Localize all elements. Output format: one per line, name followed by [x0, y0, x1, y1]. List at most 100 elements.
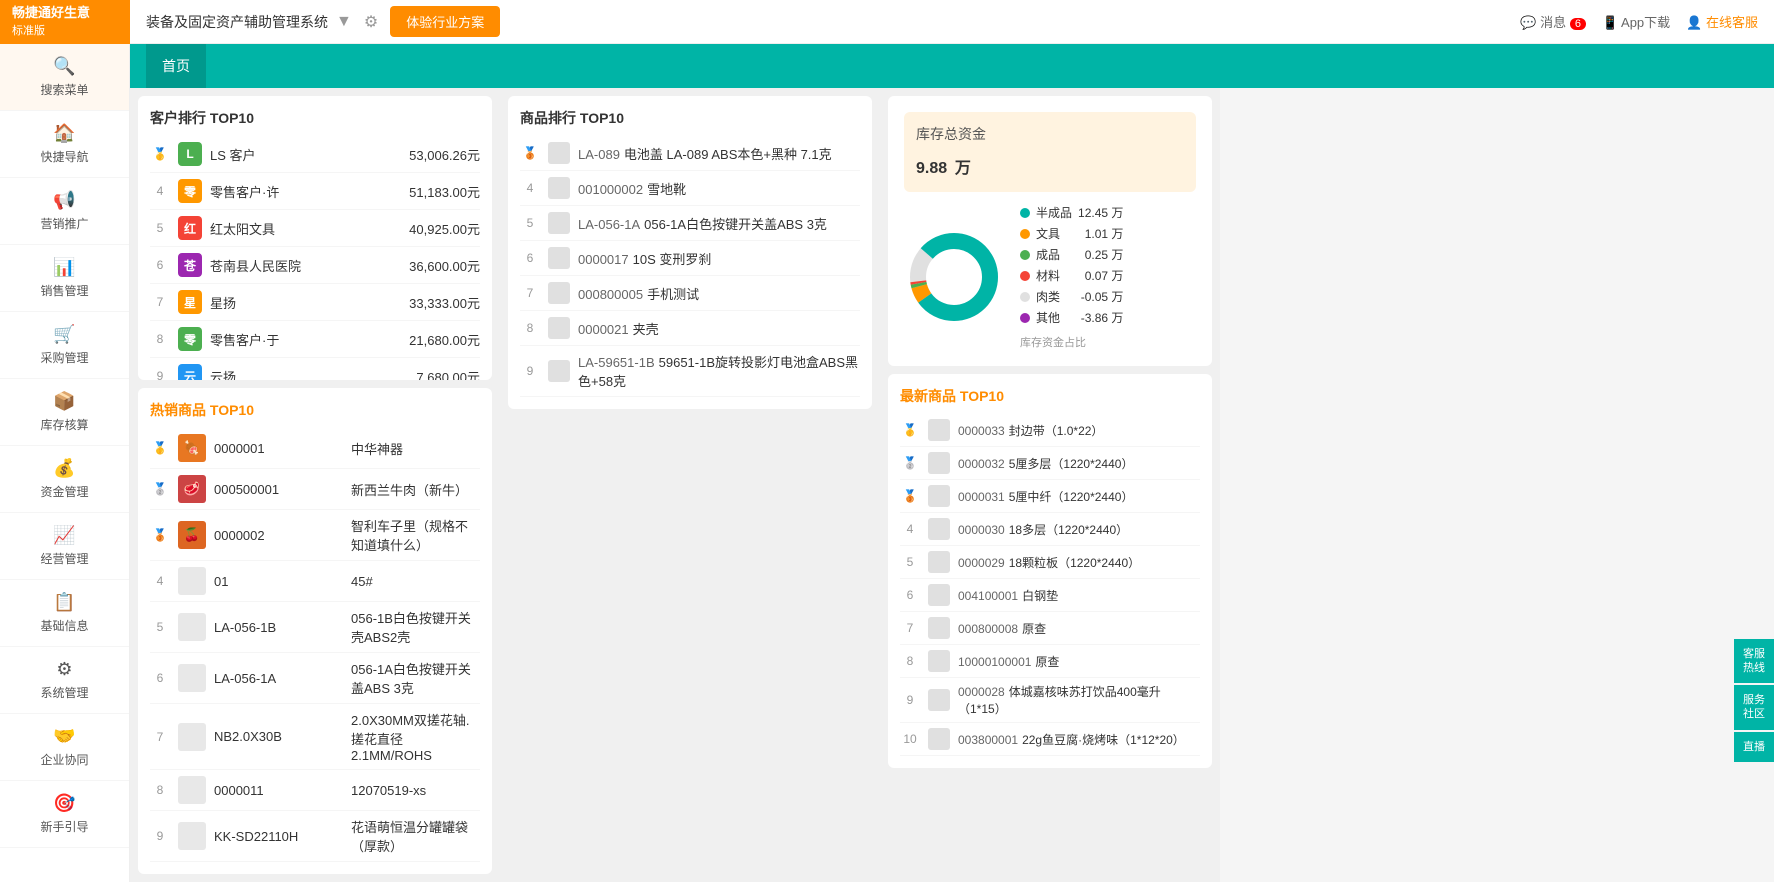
sidebar-item-system[interactable]: ⚙ 系统管理: [0, 647, 129, 714]
product-image: [178, 776, 206, 804]
sidebar-item-finance[interactable]: 💰 资金管理: [0, 446, 129, 513]
rank-number: 7: [900, 621, 920, 635]
sidebar-item-sales[interactable]: 📊 销售管理: [0, 245, 129, 312]
product-code: 0000001: [214, 441, 343, 456]
customer-amount: 36,600.00元: [409, 256, 480, 275]
sidebar-item-purchase[interactable]: 🛒 采购管理: [0, 312, 129, 379]
sidebar-inventory-label: 库存核算: [40, 416, 88, 433]
float-community[interactable]: 服务社区: [1734, 685, 1774, 730]
list-item: 4 001000002雪地靴: [520, 171, 860, 206]
sidebar-purchase-label: 采购管理: [40, 349, 88, 366]
settings-icon[interactable]: ⚙: [364, 12, 378, 32]
list-item: 🥉 00000315厘中纤（1220*2440）: [900, 480, 1200, 513]
home-icon: 🏠: [53, 123, 75, 144]
product-image: [178, 664, 206, 692]
list-item: 🥉 LA-089电池盖 LA-089 ABS本色+黑种 7.1克: [520, 136, 860, 171]
product-code: LA-056-1B: [214, 620, 343, 635]
inventory-icon: 📦: [53, 391, 75, 412]
inventory-title: 库存总资金: [916, 124, 1184, 144]
list-item: 5 红 红太阳文具 40,925.00元: [150, 210, 480, 247]
product-image: [928, 419, 950, 441]
rank-number: 5: [150, 221, 170, 235]
list-item: 7 000800008原查: [900, 612, 1200, 645]
search-icon: 🔍: [53, 56, 75, 77]
sidebar-operations-label: 经营管理: [40, 550, 88, 567]
customer-amount: 33,333.00元: [409, 293, 480, 312]
list-item: 4 01 45#: [150, 561, 480, 602]
dropdown-icon[interactable]: ▼: [336, 13, 352, 31]
online-service-btn[interactable]: 👤 在线客服: [1686, 12, 1758, 31]
list-item: 🥈 00000325厘多层（1220*2440）: [900, 447, 1200, 480]
product-ranking-card: 商品排行 TOP10 🥉 LA-089电池盖 LA-089 ABS本色+黑种 7…: [508, 96, 872, 409]
legend-item: 半成品 12.45 万: [1020, 204, 1123, 221]
product-code: 000500001: [214, 482, 343, 497]
sidebar-item-enterprise[interactable]: 🤝 企业协同: [0, 714, 129, 781]
trial-button[interactable]: 体验行业方案: [390, 6, 500, 37]
list-item: 8 零 零售客户·于 21,680.00元: [150, 321, 480, 358]
legend-value: 1.01 万: [1085, 225, 1124, 242]
list-item: 🥈 🥩 000500001 新西兰牛肉（新牛）: [150, 469, 480, 510]
rank-medal: 🥈: [150, 482, 170, 496]
sidebar-item-nav[interactable]: 🏠 快捷导航: [0, 111, 129, 178]
top-header: 畅捷通好生意 标准版 装备及固定资产辅助管理系统 ▼ ⚙ 体验行业方案 💬 消息…: [0, 0, 1774, 44]
rank-number: 9: [520, 364, 540, 378]
rank-number: 4: [150, 574, 170, 588]
app-download-btn[interactable]: 📱 App下载: [1602, 12, 1670, 31]
sidebar-item-inventory[interactable]: 📦 库存核算: [0, 379, 129, 446]
legend-color: [1020, 250, 1030, 260]
legend-color: [1020, 271, 1030, 281]
rank-medal: 🥉: [900, 489, 920, 503]
enterprise-icon: 🤝: [53, 726, 75, 747]
sales-icon: 📊: [53, 257, 75, 278]
product-info: 00000315厘中纤（1220*2440）: [958, 488, 1200, 505]
rank-number: 4: [150, 184, 170, 198]
sidebar-item-marketing[interactable]: 📢 营销推广: [0, 178, 129, 245]
legend-item: 肉类 -0.05 万: [1020, 288, 1123, 305]
sidebar-item-guide[interactable]: 🎯 新手引导: [0, 781, 129, 848]
customer-name: 云扬: [210, 367, 408, 381]
product-image: [928, 617, 950, 639]
product-ranking-title: 商品排行 TOP10: [520, 108, 860, 128]
sidebar-nav-label: 快捷导航: [40, 148, 88, 165]
rank-number: 8: [150, 332, 170, 346]
system-icon: ⚙: [56, 659, 72, 680]
product-image: [548, 177, 570, 199]
rank-number: 8: [150, 783, 170, 797]
message-btn[interactable]: 💬 消息 6: [1520, 12, 1586, 31]
product-image: 🍖: [178, 434, 206, 462]
product-name: 中华神器: [351, 439, 480, 458]
product-image: [928, 584, 950, 606]
product-info: 10000100001原查: [958, 653, 1200, 670]
product-image: [178, 567, 206, 595]
customer-badge: 零: [178, 327, 202, 351]
sidebar-basic-info-label: 基础信息: [40, 617, 88, 634]
sidebar-finance-label: 资金管理: [40, 483, 88, 500]
list-item: 10 00380000122g鱼豆腐·烧烤味（1*12*20）: [900, 723, 1200, 756]
product-info: 000800005手机测试: [578, 284, 860, 303]
rank-number: 9: [900, 693, 920, 707]
list-item: 9 KK-SD22110H 花语萌恒温分罐罐袋（厚款）: [150, 811, 480, 862]
list-item: 5 LA-056-1B 056-1B白色按键开关壳ABS2壳: [150, 602, 480, 653]
sidebar-item-basic-info[interactable]: 📋 基础信息: [0, 580, 129, 647]
customer-ranking-card: 客户排行 TOP10 🥇 L LS 客户 53,006.26元 4 零 零售客户…: [138, 96, 492, 380]
sidebar-item-operations[interactable]: 📈 经营管理: [0, 513, 129, 580]
hot-products-title: 热销商品 TOP10: [150, 400, 480, 420]
message-badge: 6: [1570, 18, 1586, 30]
customer-amount: 7,680.00元: [416, 367, 480, 381]
product-info: 0000033封边带（1.0*22）: [958, 422, 1200, 439]
legend-color: [1020, 208, 1030, 218]
float-service: 客服热线 服务社区 直播: [1734, 639, 1774, 762]
rank-medal: 🥈: [900, 456, 920, 470]
rank-number: 10: [900, 732, 920, 746]
rank-number: 5: [150, 620, 170, 634]
float-live[interactable]: 直播: [1734, 732, 1774, 762]
sidebar-item-search[interactable]: 🔍 搜索菜单: [0, 44, 129, 111]
float-customer-service[interactable]: 客服热线: [1734, 639, 1774, 684]
rank-number: 8: [900, 654, 920, 668]
tab-home[interactable]: 首页: [146, 44, 206, 88]
product-name: 花语萌恒温分罐罐袋（厚款）: [351, 817, 480, 855]
chart-footer-label: 库存资金占比: [1020, 334, 1123, 350]
list-item: 8 0000011 12070519-xs: [150, 770, 480, 811]
product-image: 🍒: [178, 521, 206, 549]
product-code: 0000002: [214, 528, 343, 543]
